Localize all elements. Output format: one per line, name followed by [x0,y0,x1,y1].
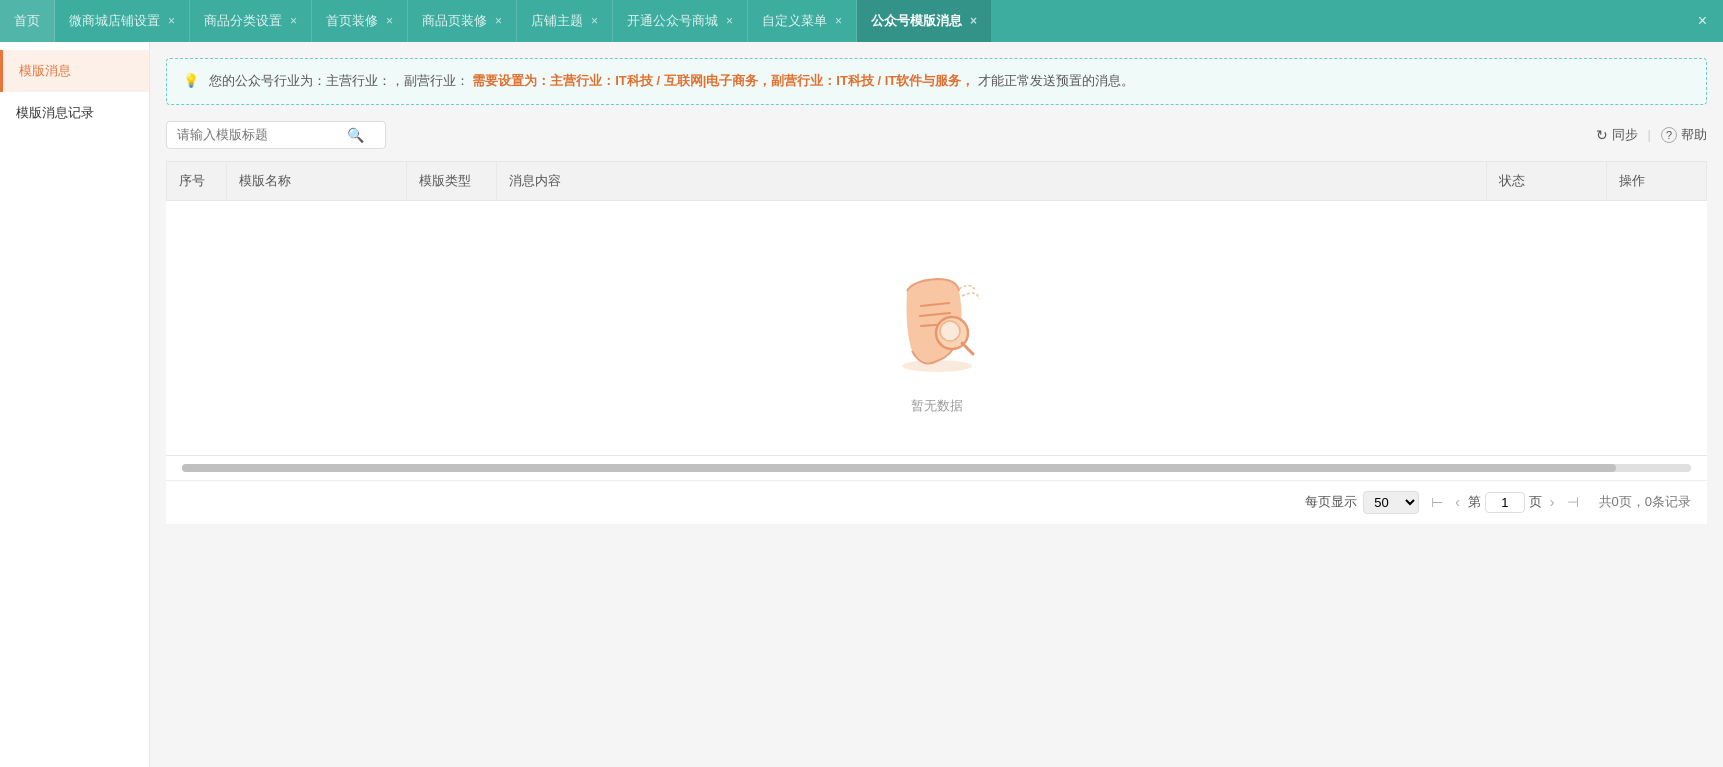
per-page-control: 每页显示 50 10 20 100 [1305,491,1419,514]
tab-close-custom-menu[interactable]: × [835,14,842,28]
horizontal-scrollbar[interactable] [166,455,1707,480]
next-page-button[interactable]: › [1546,492,1559,512]
banner-prefix: 您的公众号行业为：主营行业：，副营行业： [209,73,469,88]
tab-shop-theme[interactable]: 店铺主题× [517,0,613,42]
tab-micro-shop[interactable]: 微商城店铺设置× [55,0,190,42]
close-all-button[interactable]: × [1682,12,1723,30]
page-number-input[interactable] [1485,492,1525,513]
col-type: 模版类型 [407,161,497,200]
page-label: 第 [1468,493,1481,511]
toolbar-right: ↻ 同步 | ? 帮助 [1596,126,1707,144]
first-page-button[interactable]: ⊢ [1427,492,1447,512]
tab-home[interactable]: 首页 [0,0,55,42]
sync-label: 同步 [1612,126,1638,144]
tab-close-product-category[interactable]: × [290,14,297,28]
sidebar-item-template-record[interactable]: 模版消息记录 [0,92,149,134]
svg-point-5 [940,321,960,341]
search-input-wrap: 🔍 [166,121,386,149]
scrollbar-thumb[interactable] [182,464,1616,472]
tab-product-category[interactable]: 商品分类设置× [190,0,312,42]
page-nav: ⊢ ‹ 第 页 › ⊣ [1427,492,1582,513]
tip-icon: 💡 [183,73,199,88]
per-page-select[interactable]: 50 10 20 100 [1363,491,1419,514]
last-page-button[interactable]: ⊣ [1563,492,1583,512]
total-info: 共0页，0条记录 [1599,493,1691,511]
prev-page-button[interactable]: ‹ [1451,492,1464,512]
divider: | [1648,127,1651,142]
tab-product-decor[interactable]: 商品页装修× [408,0,517,42]
search-bar: 🔍 ↻ 同步 | ? 帮助 [166,121,1707,149]
per-page-label: 每页显示 [1305,493,1357,511]
col-content: 消息内容 [497,161,1487,200]
top-nav: 首页微商城店铺设置×商品分类设置×首页装修×商品页装修×店铺主题×开通公众号商城… [0,0,1723,42]
banner-suffix: 才能正常发送预置的消息。 [978,73,1134,88]
tab-close-open-mall[interactable]: × [726,14,733,28]
sync-button[interactable]: ↻ 同步 [1596,126,1638,144]
info-banner: 💡 您的公众号行业为：主营行业：，副营行业： 需要设置为：主营行业：IT科技 /… [166,58,1707,105]
refresh-icon: ↻ [1596,127,1608,143]
banner-highlight: 需要设置为：主营行业：IT科技 / 互联网|电子商务，副营行业：IT科技 / I… [472,73,974,88]
empty-illustration [877,261,997,381]
tab-close-template-msg[interactable]: × [970,14,977,28]
tab-close-micro-shop[interactable]: × [168,14,175,28]
col-name: 模版名称 [227,161,407,200]
tab-close-shop-theme[interactable]: × [591,14,598,28]
help-button[interactable]: ? 帮助 [1661,126,1707,144]
tab-template-msg[interactable]: 公众号模版消息× [857,0,992,42]
search-icon[interactable]: 🔍 [347,127,364,143]
tab-custom-menu[interactable]: 自定义菜单× [748,0,857,42]
data-table: 序号 模版名称 模版类型 消息内容 状态 操作 [166,161,1707,201]
sidebar: 模版消息模版消息记录 [0,42,150,767]
empty-state: 暂无数据 [166,201,1707,455]
sidebar-item-template-message[interactable]: 模版消息 [0,50,149,92]
empty-text: 暂无数据 [911,397,963,415]
pagination: 每页显示 50 10 20 100 ⊢ ‹ 第 页 › ⊣ 共0页，0条记录 [166,480,1707,524]
table-header-row: 序号 模版名称 模版类型 消息内容 状态 操作 [167,161,1707,200]
svg-line-6 [962,343,973,354]
tab-open-mall[interactable]: 开通公众号商城× [613,0,748,42]
col-status: 状态 [1487,161,1607,200]
help-label: 帮助 [1681,126,1707,144]
page-unit: 页 [1529,493,1542,511]
col-action: 操作 [1607,161,1707,200]
help-icon: ? [1661,127,1677,143]
content-area: 💡 您的公众号行业为：主营行业：，副营行业： 需要设置为：主营行业：IT科技 /… [150,42,1723,767]
tab-home-decor[interactable]: 首页装修× [312,0,408,42]
scrollbar-track[interactable] [182,464,1691,472]
search-input[interactable] [177,127,347,142]
main-layout: 模版消息模版消息记录 💡 您的公众号行业为：主营行业：，副营行业： 需要设置为：… [0,42,1723,767]
tab-close-home-decor[interactable]: × [386,14,393,28]
tab-close-product-decor[interactable]: × [495,14,502,28]
col-index: 序号 [167,161,227,200]
